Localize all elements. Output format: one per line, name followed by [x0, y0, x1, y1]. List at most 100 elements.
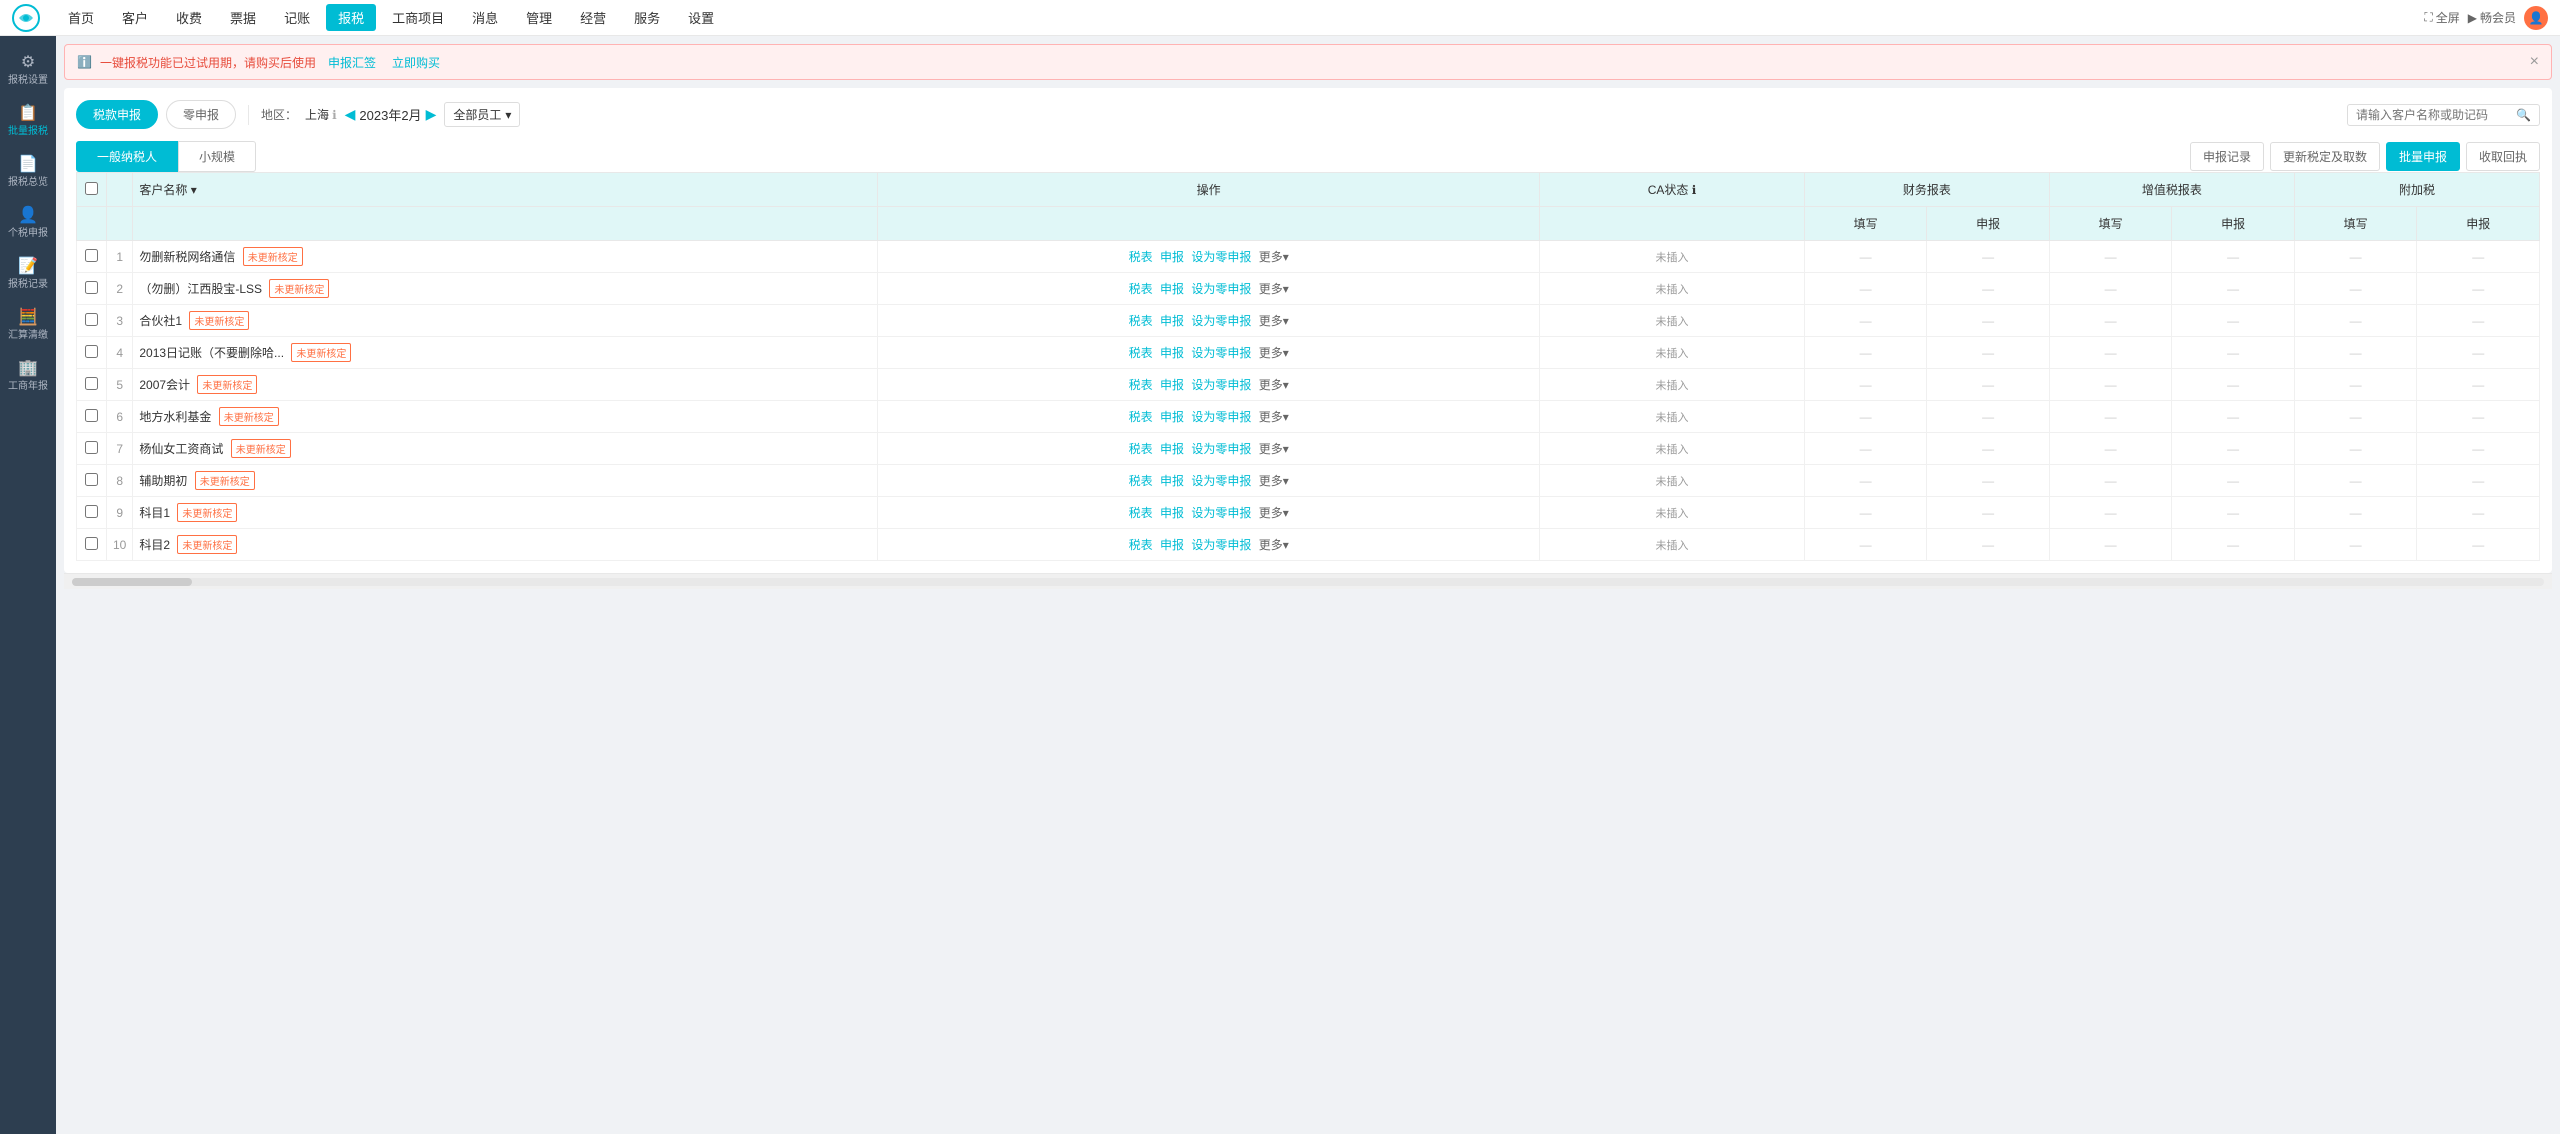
sidebar-item-personal-tax[interactable]: 👤 个税申报 — [0, 197, 56, 248]
notice-link-buy[interactable]: 立即购买 — [392, 54, 440, 71]
row-finance-declare: — — [1927, 241, 2050, 273]
sidebar-item-annual-settle[interactable]: 🧮 汇算清缴 — [0, 299, 56, 350]
row-added-declare: — — [2417, 241, 2540, 273]
row-checkbox[interactable] — [85, 537, 98, 550]
ca-info-icon[interactable]: ℹ — [1692, 183, 1697, 197]
row-checkbox[interactable] — [85, 409, 98, 422]
row-finance-declare: — — [1927, 529, 2050, 561]
scroll-thumb[interactable] — [72, 578, 192, 586]
action-declare[interactable]: 申报 — [1160, 250, 1184, 264]
row-checkbox[interactable] — [85, 505, 98, 518]
action-declare[interactable]: 申报 — [1160, 410, 1184, 424]
nav-management[interactable]: 管理 — [514, 4, 564, 31]
subtab-general[interactable]: 一般纳税人 — [76, 141, 178, 172]
action-tax-table[interactable]: 税表 — [1129, 506, 1153, 520]
action-more[interactable]: 更多▾ — [1259, 378, 1289, 392]
action-set-zero[interactable]: 设为零申报 — [1191, 314, 1251, 328]
action-set-zero[interactable]: 设为零申报 — [1191, 442, 1251, 456]
date-next-button[interactable]: ▶ — [426, 106, 437, 123]
user-avatar[interactable]: 👤 — [2524, 6, 2548, 30]
action-set-zero[interactable]: 设为零申报 — [1191, 346, 1251, 360]
action-more[interactable]: 更多▾ — [1259, 250, 1289, 264]
action-tax-table[interactable]: 税表 — [1129, 410, 1153, 424]
app-logo[interactable] — [12, 4, 40, 32]
sidebar-item-tax-records[interactable]: 📝 报税记录 — [0, 248, 56, 299]
action-set-zero[interactable]: 设为零申报 — [1191, 538, 1251, 552]
action-set-zero[interactable]: 设为零申报 — [1191, 250, 1251, 264]
action-more[interactable]: 更多▾ — [1259, 474, 1289, 488]
action-tax-table[interactable]: 税表 — [1129, 474, 1153, 488]
info-icon[interactable]: ℹ — [332, 108, 337, 122]
action-more[interactable]: 更多▾ — [1259, 538, 1289, 552]
action-retrieve-button[interactable]: 收取回执 — [2466, 142, 2540, 171]
fullscreen-button[interactable]: ⛶ 全屏 — [2424, 9, 2459, 26]
nav-customer[interactable]: 客户 — [110, 4, 160, 31]
nav-home[interactable]: 首页 — [56, 4, 106, 31]
action-more[interactable]: 更多▾ — [1259, 314, 1289, 328]
premium-button[interactable]: ▶ 畅会员 — [2468, 9, 2516, 26]
tab-zero-declare[interactable]: 零申报 — [166, 100, 236, 129]
action-declare[interactable]: 申报 — [1160, 314, 1184, 328]
row-checkbox[interactable] — [85, 473, 98, 486]
row-checkbox[interactable] — [85, 281, 98, 294]
action-set-zero[interactable]: 设为零申报 — [1191, 506, 1251, 520]
nav-accounting[interactable]: 记账 — [272, 4, 322, 31]
sidebar-item-batch-tax[interactable]: 📋 批量报税 — [0, 95, 56, 146]
action-batch-button[interactable]: 批量申报 — [2386, 142, 2460, 171]
search-input[interactable] — [2356, 108, 2516, 122]
action-declare[interactable]: 申报 — [1160, 538, 1184, 552]
notice-link-report[interactable]: 申报汇签 — [328, 54, 376, 71]
action-tax-table[interactable]: 税表 — [1129, 282, 1153, 296]
action-tax-table[interactable]: 税表 — [1129, 378, 1153, 392]
row-checkbox[interactable] — [85, 313, 98, 326]
nav-business[interactable]: 工商项目 — [380, 4, 456, 31]
action-more[interactable]: 更多▾ — [1259, 346, 1289, 360]
action-record-button[interactable]: 申报记录 — [2190, 142, 2264, 171]
nav-settings[interactable]: 设置 — [676, 4, 726, 31]
tab-tax-declare[interactable]: 税款申报 — [76, 100, 158, 129]
sort-icon[interactable]: ▾ — [191, 183, 197, 197]
row-checkbox[interactable] — [85, 441, 98, 454]
notice-close-button[interactable]: × — [2530, 53, 2539, 71]
action-tax-table[interactable]: 税表 — [1129, 314, 1153, 328]
action-set-zero[interactable]: 设为零申报 — [1191, 282, 1251, 296]
subtab-small[interactable]: 小规模 — [178, 141, 256, 172]
action-tax-table[interactable]: 税表 — [1129, 538, 1153, 552]
action-declare[interactable]: 申报 — [1160, 282, 1184, 296]
action-set-zero[interactable]: 设为零申报 — [1191, 378, 1251, 392]
action-declare[interactable]: 申报 — [1160, 442, 1184, 456]
sidebar-item-business-annual[interactable]: 🏢 工商年报 — [0, 350, 56, 401]
staff-selector[interactable]: 全部员工 ▾ — [444, 102, 520, 127]
sidebar-item-tax-settings[interactable]: ⚙ 报税设置 — [0, 44, 56, 95]
building-icon: 🏢 — [18, 358, 38, 378]
action-tax-table[interactable]: 税表 — [1129, 346, 1153, 360]
action-set-zero[interactable]: 设为零申报 — [1191, 474, 1251, 488]
search-icon[interactable]: 🔍 — [2516, 108, 2531, 122]
action-declare[interactable]: 申报 — [1160, 378, 1184, 392]
action-tax-table[interactable]: 税表 — [1129, 250, 1153, 264]
select-all-checkbox[interactable] — [85, 182, 98, 195]
nav-fee[interactable]: 收费 — [164, 4, 214, 31]
nav-tax[interactable]: 报税 — [326, 4, 376, 31]
row-checkbox[interactable] — [85, 377, 98, 390]
date-prev-button[interactable]: ◀ — [345, 106, 356, 123]
nav-operations[interactable]: 经营 — [568, 4, 618, 31]
action-declare[interactable]: 申报 — [1160, 474, 1184, 488]
nav-message[interactable]: 消息 — [460, 4, 510, 31]
action-more[interactable]: 更多▾ — [1259, 410, 1289, 424]
action-set-zero[interactable]: 设为零申报 — [1191, 410, 1251, 424]
action-update-button[interactable]: 更新税定及取数 — [2270, 142, 2380, 171]
action-more[interactable]: 更多▾ — [1259, 506, 1289, 520]
action-more[interactable]: 更多▾ — [1259, 282, 1289, 296]
row-checkbox[interactable] — [85, 345, 98, 358]
nav-invoice[interactable]: 票据 — [218, 4, 268, 31]
horizontal-scrollbar[interactable] — [64, 573, 2552, 589]
sidebar: ⚙ 报税设置 📋 批量报税 📄 报税总览 👤 个税申报 📝 报税记录 🧮 汇算清… — [0, 36, 56, 1134]
action-declare[interactable]: 申报 — [1160, 506, 1184, 520]
action-more[interactable]: 更多▾ — [1259, 442, 1289, 456]
action-declare[interactable]: 申报 — [1160, 346, 1184, 360]
action-tax-table[interactable]: 税表 — [1129, 442, 1153, 456]
row-checkbox[interactable] — [85, 249, 98, 262]
sidebar-item-tax-overview[interactable]: 📄 报税总览 — [0, 146, 56, 197]
nav-service[interactable]: 服务 — [622, 4, 672, 31]
